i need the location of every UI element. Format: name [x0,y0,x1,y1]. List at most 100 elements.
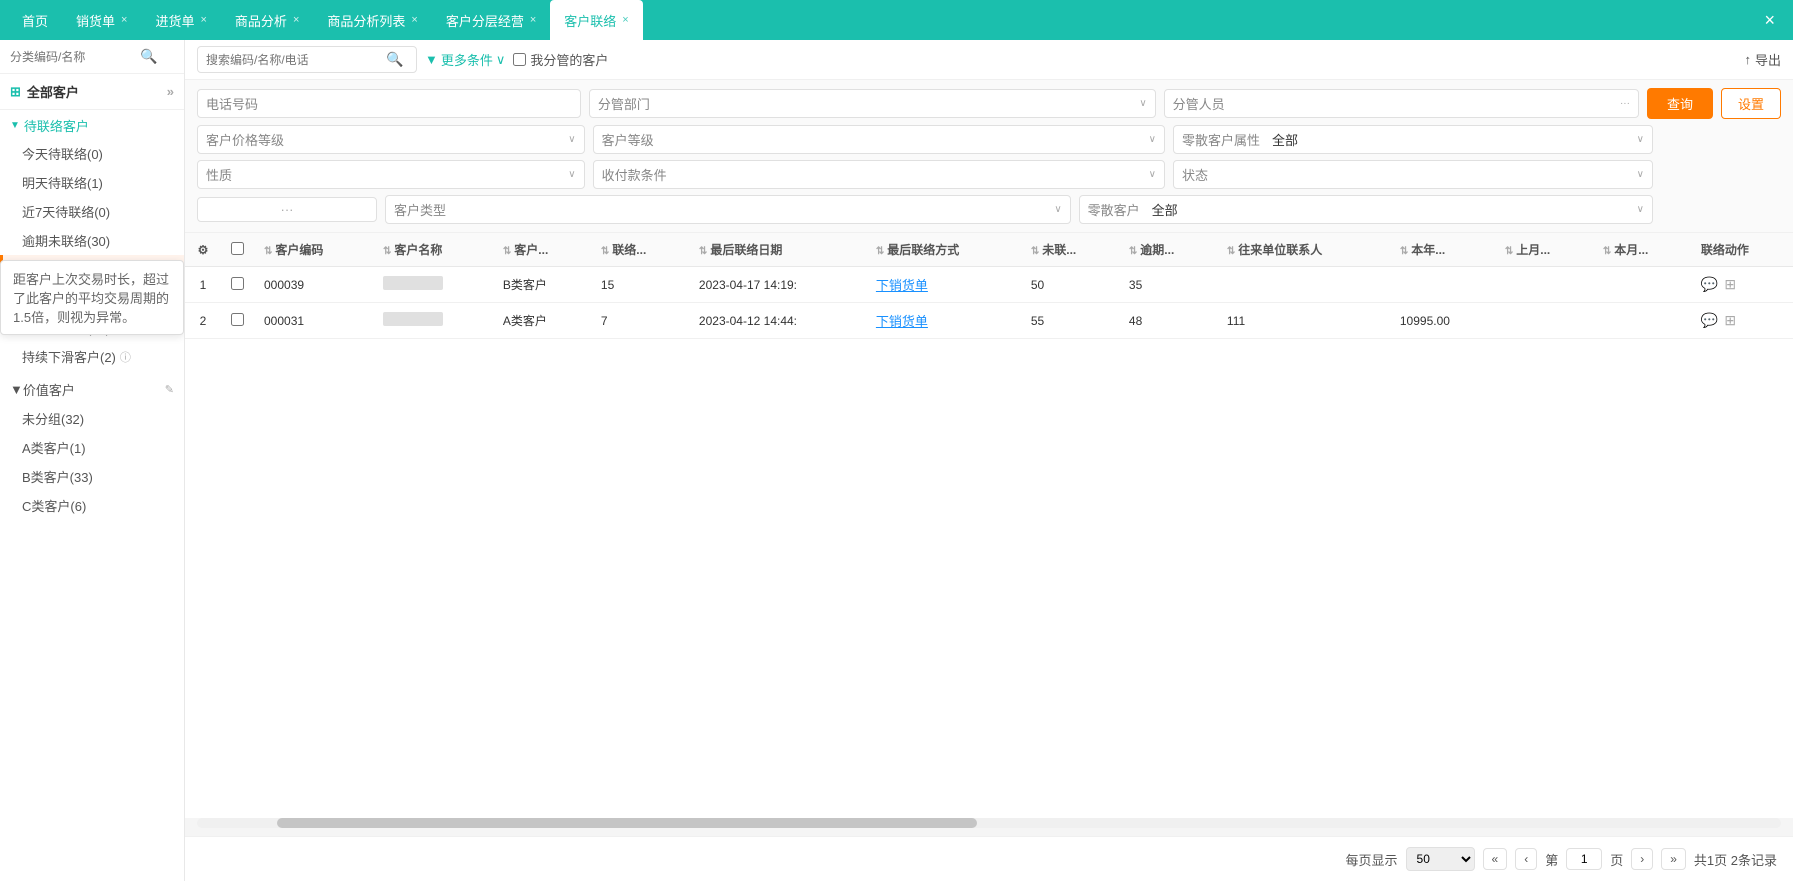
search-input[interactable] [206,53,386,67]
col-unread[interactable]: 未联... [1021,233,1119,267]
close-analysis-tab[interactable]: × [293,14,299,26]
sidebar-item-b-class[interactable]: B类客户(33) [0,462,184,491]
search-bar: 🔍 [197,46,417,73]
sidebar-item-7days[interactable]: 近7天待联络(0) [0,197,184,226]
nav-home[interactable]: 首页 [8,0,62,40]
col-last-contact-method[interactable]: 最后联络方式 [866,233,1021,267]
table-row: 1 000039 B类客户 15 2023-04-17 14:19: 下销货单 … [185,267,1793,303]
prev-page-btn[interactable]: ‹ [1515,848,1537,870]
nav-purchase[interactable]: 进货单 × [141,0,220,40]
chat-icon[interactable]: 💬 [1701,276,1718,293]
customer-level-field[interactable]: 客户等级 ∨ [593,125,1165,154]
row-check[interactable] [221,303,254,339]
sidebar-item-overdue[interactable]: 逾期未联络(30) [0,226,184,255]
sidebar-item-c-class[interactable]: C类客户(6) [0,491,184,520]
window-close-button[interactable]: × [1754,10,1785,31]
sidebar-item-tomorrow[interactable]: 明天待联络(1) [0,168,184,197]
col-this-month[interactable]: 本月... [1593,233,1691,267]
per-page-select[interactable]: 2050100200 [1406,847,1475,871]
row-last-contact-method[interactable]: 下销货单 [866,303,1021,339]
export-btn[interactable]: ↑ 导出 [1744,50,1781,69]
filter-bar: 🔍 ▼ 更多条件 ∨ 我分管的客户 ↑ 导出 [185,40,1793,80]
more-field[interactable]: ··· [197,197,377,222]
scrollbar-thumb[interactable] [277,818,977,828]
page-suffix: 页 [1610,850,1623,869]
col-code[interactable]: 客户编码 [254,233,373,267]
retail-customer-field[interactable]: 零散客户 全部 ∨ [1079,195,1653,224]
table-row: 2 000031 A类客户 7 2023-04-12 14:44: 下销货单 5… [185,303,1793,339]
nav-analysis-list[interactable]: 商品分析列表 × [313,0,431,40]
gender-field[interactable]: 性质 ∨ [197,160,585,189]
col-customer-type[interactable]: 客户... [493,233,591,267]
value-group-edit-icon[interactable]: ✎ [165,383,174,396]
nav-customer-mgr[interactable]: 客户分层经营 × [432,0,550,40]
col-check[interactable] [221,233,254,267]
sidebar-search-input[interactable] [10,50,140,64]
customer-type-field[interactable]: 客户类型 ∨ [385,195,1071,224]
grid-icon: ⊞ [10,84,21,100]
chat-icon[interactable]: 💬 [1701,312,1718,329]
pending-group-title[interactable]: ▼ 待联络客户 [0,110,184,139]
row-unread: 50 [1021,267,1119,303]
nav-sales[interactable]: 销货单 × [62,0,141,40]
retail-attr-field[interactable]: 零散客户属性 全部 ∨ [1173,125,1653,154]
col-this-year[interactable]: 本年... [1390,233,1495,267]
my-customers-checkbox-row: 我分管的客户 [513,50,608,69]
col-last-contact-date[interactable]: 最后联络日期 [689,233,866,267]
more-conditions-btn[interactable]: ▼ 更多条件 ∨ [425,50,505,69]
row-overdue: 35 [1119,267,1217,303]
sidebar-item-unclassified[interactable]: 未分组(32) [0,404,184,433]
row-num: 2 [185,303,221,339]
last-page-btn[interactable]: » [1661,848,1686,870]
row-overdue: 48 [1119,303,1217,339]
sidebar-item-declining[interactable]: 持续下滑客户(2) ⓘ [0,342,184,371]
sidebar-collapse-btn[interactable]: » [167,84,174,99]
grid-action-icon[interactable]: ⊞ [1724,276,1736,293]
search-icon[interactable]: 🔍 [386,51,403,68]
next-page-btn[interactable]: › [1631,848,1653,870]
person-field[interactable]: 分管人员 ··· [1164,89,1639,118]
grid-action-icon[interactable]: ⊞ [1724,312,1736,329]
my-customers-checkbox[interactable] [513,53,526,66]
col-company-contacts[interactable]: 往来单位联系人 [1217,233,1390,267]
row-check[interactable] [221,267,254,303]
close-analysis-list-tab[interactable]: × [411,14,417,26]
col-last-month[interactable]: 上月... [1495,233,1593,267]
row-checkbox[interactable] [231,313,244,326]
col-settings[interactable]: ⚙ [185,233,221,267]
close-customer-contact-tab[interactable]: × [622,14,628,26]
col-contact-count[interactable]: 联络... [591,233,689,267]
close-sales-tab[interactable]: × [121,14,127,26]
col-overdue[interactable]: 逾期... [1119,233,1217,267]
sidebar-item-today[interactable]: 今天待联络(0) [0,139,184,168]
value-group-title[interactable]: ▼ 价值客户 ✎ [0,375,184,404]
nav-customer-contact[interactable]: 客户联络 × [550,0,642,40]
filter-row-2: 客户价格等级 ∨ 客户等级 ∨ 零散客户属性 全部 ∨ [197,125,1781,154]
advanced-filter: 电话号码 分管部门 ∨ 分管人员 ··· 查询 设置 [185,80,1793,233]
phone-input[interactable] [264,97,572,111]
select-all-checkbox[interactable] [231,242,244,255]
sidebar-search-icon[interactable]: 🔍 [140,48,157,65]
phone-field[interactable]: 电话号码 [197,89,581,118]
all-customers-title[interactable]: ⊞ 全部客户 » [0,74,184,110]
sidebar-item-a-class[interactable]: A类客户(1) [0,433,184,462]
dept-field[interactable]: 分管部门 ∨ [589,89,1156,118]
status-field[interactable]: 状态 ∨ [1173,160,1653,189]
customer-table-wrap: ⚙ 客户编码 客户名称 客户... 联络... 最后联络日期 最后联络方式 未联… [185,233,1793,818]
setting-button[interactable]: 设置 [1721,88,1781,119]
row-last-contact-method[interactable]: 下销货单 [866,267,1021,303]
horizontal-scrollbar[interactable] [197,818,1781,828]
page-input[interactable] [1566,848,1602,870]
nav-analysis[interactable]: 商品分析 × [221,0,313,40]
tooltip-abnormal: 距客户上次交易时长，超过了此客户的平均交易周期的1.5倍，则视为异常。 [0,260,184,335]
query-button[interactable]: 查询 [1647,88,1713,119]
declining-info-icon[interactable]: ⓘ [120,349,131,365]
row-checkbox[interactable] [231,277,244,290]
row-last-month [1495,303,1593,339]
price-level-field[interactable]: 客户价格等级 ∨ [197,125,585,154]
col-name[interactable]: 客户名称 [373,233,493,267]
close-customer-mgr-tab[interactable]: × [530,14,536,26]
first-page-btn[interactable]: « [1483,848,1508,870]
payment-field[interactable]: 收付款条件 ∨ [593,160,1165,189]
close-purchase-tab[interactable]: × [200,14,206,26]
